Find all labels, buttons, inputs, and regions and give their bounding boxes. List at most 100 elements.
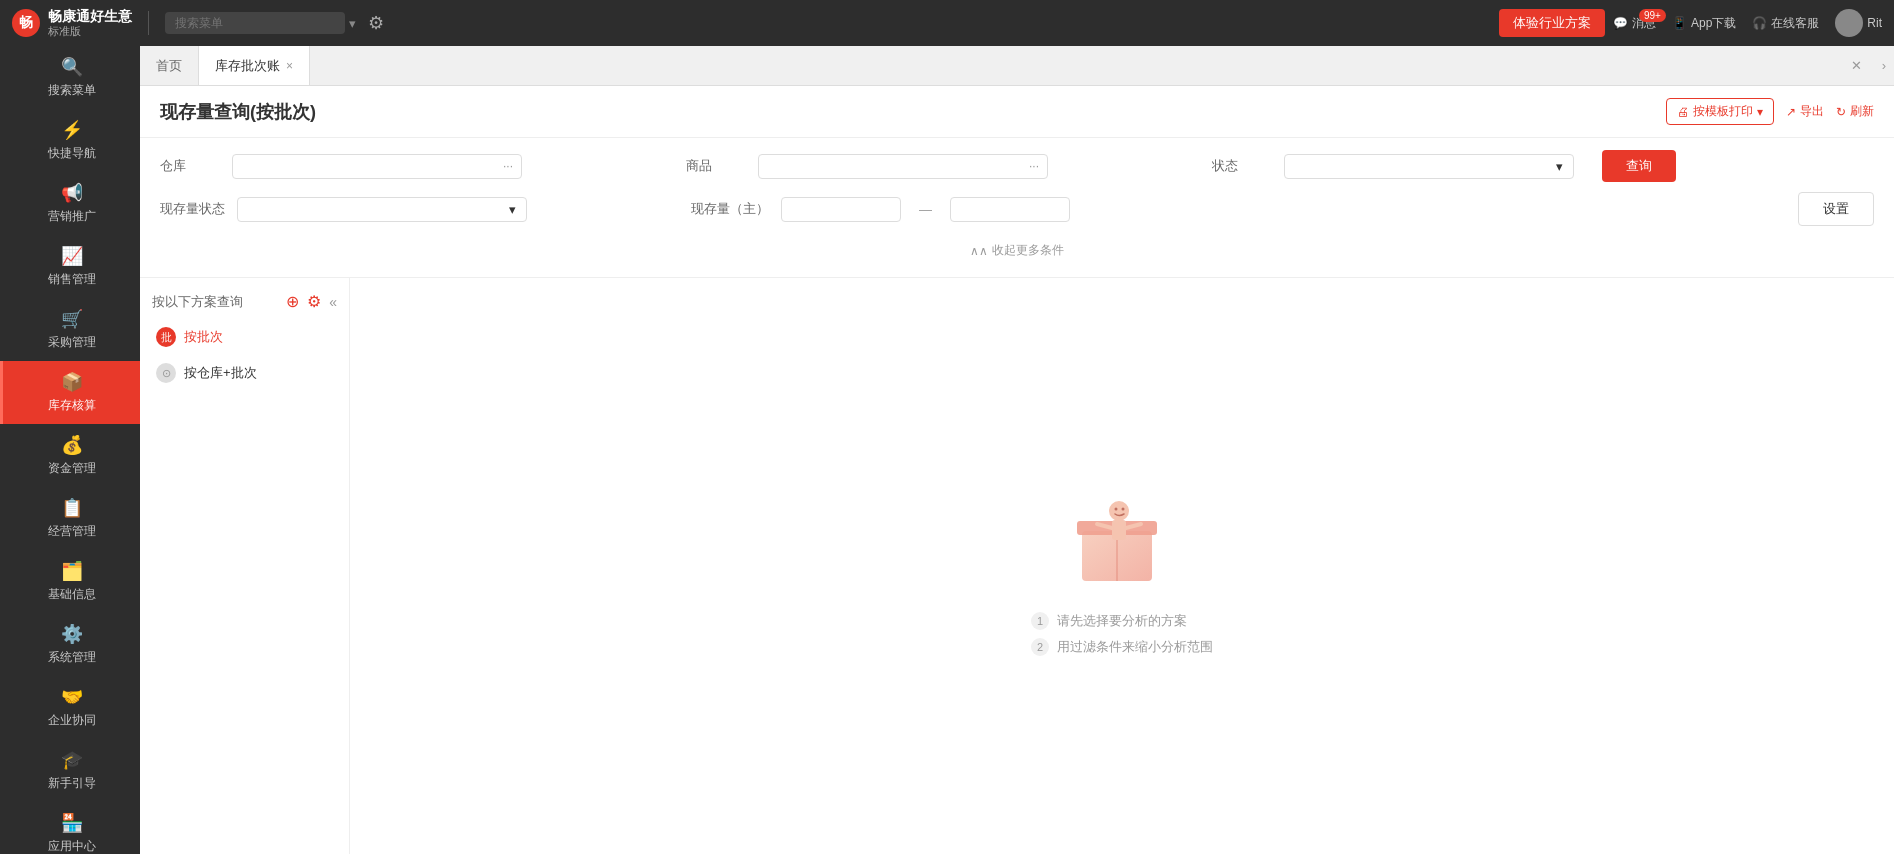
sidebar-item-sales[interactable]: 📈 销售管理 — [0, 235, 140, 298]
top-bar: 畅 畅康通好生意 标准版 ▾ ⚙ 体验行业方案 💬 消息 99+ 📱 App下载… — [0, 0, 1894, 46]
store-icon: 🏪 — [61, 812, 83, 834]
print-chevron-icon: ▾ — [1757, 105, 1763, 119]
sidebar-item-quick-nav[interactable]: ⚡ 快捷导航 — [0, 109, 140, 172]
sidebar-item-operation[interactable]: 📋 经营管理 — [0, 487, 140, 550]
left-panel-actions: ⊕ ⚙ « — [286, 292, 337, 311]
plan-label-by-batch: 按批次 — [184, 328, 223, 346]
refresh-icon: ↻ — [1836, 105, 1846, 119]
chevron-down-icon: ▾ — [349, 16, 356, 31]
sidebar-item-finance[interactable]: 💰 资金管理 — [0, 424, 140, 487]
collapse-row[interactable]: ∧∧ 收起更多条件 — [160, 236, 1874, 265]
left-panel-title: 按以下方案查询 — [152, 293, 243, 311]
empty-illustration — [1062, 476, 1182, 596]
clipboard-icon: 📋 — [61, 497, 83, 519]
sidebar-item-appstore[interactable]: 🏪 应用中心 — [0, 802, 140, 854]
page-header: 现存量查询(按批次) 🖨 按模板打印 ▾ ↗ 导出 ↻ 刷新 — [140, 86, 1894, 138]
goods-input-wrap: ··· — [758, 154, 1048, 179]
printer-icon: 🖨 — [1677, 105, 1689, 119]
sidebar-item-enterprise[interactable]: 🤝 企业协同 — [0, 676, 140, 739]
empty-tip-2: 2 用过滤条件来缩小分析范围 — [1031, 638, 1213, 656]
goods-input[interactable] — [767, 159, 1029, 174]
sidebar-item-purchase[interactable]: 🛒 采购管理 — [0, 298, 140, 361]
tab-close-panel-btn[interactable]: ✕ — [1839, 46, 1874, 85]
filter-row-2: 现存量状态 ▾ 现存量（主） — 设置 — [160, 192, 1874, 226]
sidebar-item-label: 资金管理 — [48, 460, 96, 477]
collapse-panel-icon[interactable]: « — [329, 294, 337, 310]
handshake-icon: 🤝 — [61, 686, 83, 708]
messages-button[interactable]: 💬 消息 99+ — [1613, 15, 1656, 32]
sidebar-item-system[interactable]: ⚙️ 系统管理 — [0, 613, 140, 676]
sidebar-item-label: 搜索菜单 — [48, 82, 96, 99]
plan-settings-icon[interactable]: ⚙ — [307, 292, 321, 311]
qty-to-input[interactable] — [959, 202, 1127, 217]
trial-button[interactable]: 体验行业方案 — [1499, 9, 1605, 37]
qty-from-input[interactable] — [790, 202, 958, 217]
warehouse-label: 仓库 — [160, 157, 220, 175]
sidebar-item-search[interactable]: 🔍 搜索菜单 — [0, 46, 140, 109]
sidebar-item-marketing[interactable]: 📢 营销推广 — [0, 172, 140, 235]
warehouse-more[interactable]: ··· — [503, 159, 513, 173]
plan-icon-batch: 批 — [156, 327, 176, 347]
message-icon: 💬 — [1613, 16, 1628, 30]
online-service-button[interactable]: 🎧 在线客服 — [1752, 15, 1819, 32]
warehouse-input-wrap: ··· — [232, 154, 522, 179]
chart-icon: 📈 — [61, 245, 83, 267]
messages-badge: 99+ — [1639, 9, 1666, 22]
tab-inventory-batch[interactable]: 库存批次账 × — [199, 46, 310, 85]
tab-more-icon[interactable]: › — [1874, 46, 1894, 85]
graduation-icon: 🎓 — [61, 749, 83, 771]
qty-dash: — — [919, 202, 932, 217]
add-plan-icon[interactable]: ⊕ — [286, 292, 299, 311]
sidebar-item-label: 系统管理 — [48, 649, 96, 666]
page-header-actions: 🖨 按模板打印 ▾ ↗ 导出 ↻ 刷新 — [1666, 98, 1874, 137]
search-menu-area: ▾ — [165, 12, 356, 34]
left-panel: 按以下方案查询 ⊕ ⚙ « 批 按批次 ⊙ 按仓库+批次 — [140, 278, 350, 854]
sidebar-item-newbie[interactable]: 🎓 新手引导 — [0, 739, 140, 802]
tab-close-icon[interactable]: × — [286, 59, 293, 73]
inventory-qty-to-input — [950, 197, 1070, 222]
lightning-icon: ⚡ — [61, 119, 83, 141]
export-icon: ↗ — [1786, 105, 1796, 119]
query-button[interactable]: 查询 — [1602, 150, 1676, 182]
sidebar-item-label: 营销推广 — [48, 208, 96, 225]
goods-label: 商品 — [686, 157, 746, 175]
empty-tip-1: 1 请先选择要分析的方案 — [1031, 612, 1213, 630]
search-menu-input[interactable] — [165, 12, 345, 34]
money-icon: 💰 — [61, 434, 83, 456]
collapse-chevron-up-icon: ∧∧ — [970, 244, 988, 258]
settings-gear-icon[interactable]: ⚙ — [368, 12, 384, 34]
app-brand: 畅康通好生意 标准版 — [48, 8, 132, 38]
inventory-status-select[interactable]: ▾ — [237, 197, 527, 222]
status-label: 状态 — [1212, 157, 1272, 175]
box-icon: 📦 — [61, 371, 83, 393]
user-avatar-area[interactable]: Rit — [1835, 9, 1882, 37]
sidebar-item-inventory[interactable]: 📦 库存核算 — [0, 361, 140, 424]
warehouse-input[interactable] — [241, 159, 503, 174]
svg-point-3 — [1109, 501, 1129, 521]
sidebar-item-label: 销售管理 — [48, 271, 96, 288]
status-select[interactable]: ▾ — [1284, 154, 1574, 179]
svg-rect-4 — [1112, 520, 1126, 540]
headset-icon: 🎧 — [1752, 16, 1767, 30]
cart-icon: 🛒 — [61, 308, 83, 330]
avatar — [1835, 9, 1863, 37]
svg-point-7 — [1115, 508, 1118, 511]
print-button[interactable]: 🖨 按模板打印 ▾ — [1666, 98, 1774, 125]
export-button[interactable]: ↗ 导出 — [1786, 103, 1824, 120]
sidebar-item-label: 企业协同 — [48, 712, 96, 729]
plan-item-by-warehouse-batch[interactable]: ⊙ 按仓库+批次 — [140, 355, 349, 391]
app-download-button[interactable]: 📱 App下载 — [1672, 15, 1736, 32]
folder-icon: 🗂️ — [61, 560, 83, 582]
status-chevron-icon: ▾ — [1556, 159, 1563, 174]
search-icon: 🔍 — [61, 56, 83, 78]
sidebar: 🔍 搜索菜单 ⚡ 快捷导航 📢 营销推广 📈 销售管理 🛒 采购管理 📦 库存核… — [0, 46, 140, 854]
sidebar-item-basic[interactable]: 🗂️ 基础信息 — [0, 550, 140, 613]
right-content: 1 请先选择要分析的方案 2 用过滤条件来缩小分析范围 — [350, 278, 1894, 854]
settings-button[interactable]: 设置 — [1798, 192, 1874, 226]
plan-item-by-batch[interactable]: 批 按批次 — [140, 319, 349, 355]
tab-home[interactable]: 首页 — [140, 46, 199, 85]
top-bar-actions: 💬 消息 99+ 📱 App下载 🎧 在线客服 Rit — [1613, 9, 1882, 37]
inventory-status-label: 现存量状态 — [160, 200, 225, 218]
goods-more[interactable]: ··· — [1029, 159, 1039, 173]
refresh-button[interactable]: ↻ 刷新 — [1836, 103, 1874, 120]
